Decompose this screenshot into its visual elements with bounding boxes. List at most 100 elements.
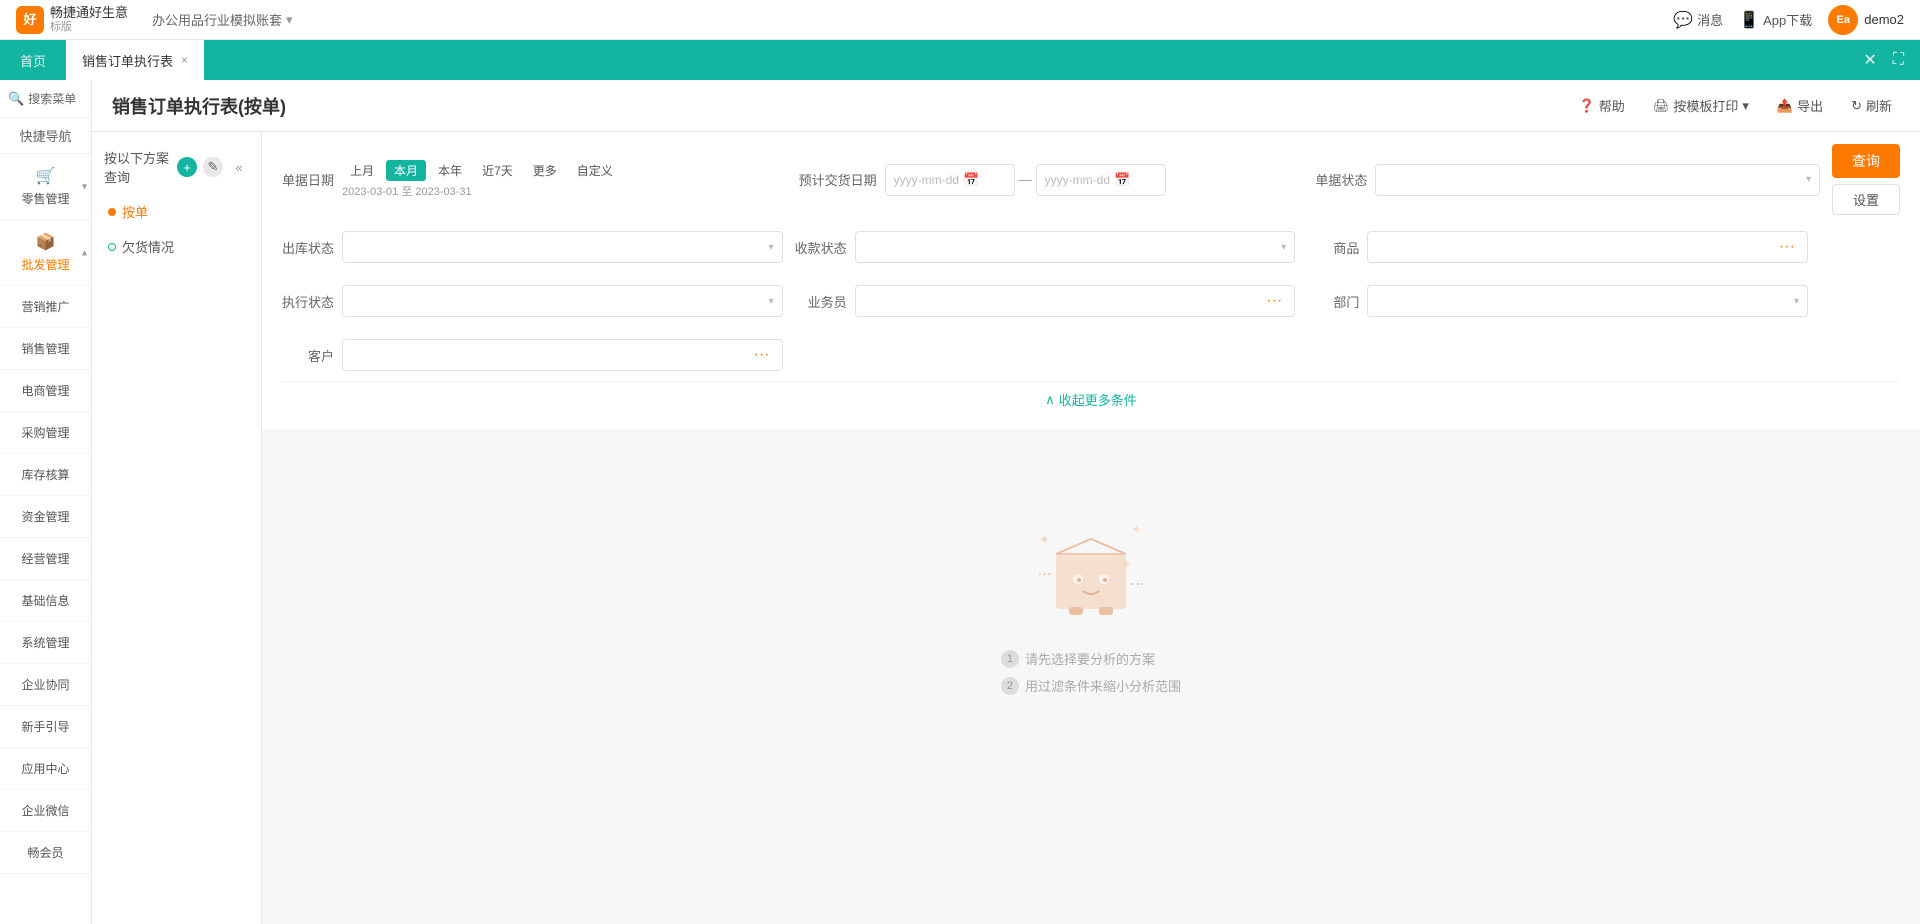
outline-dot-icon <box>108 243 116 251</box>
exec-status-cell: 执行状态 ▾ <box>282 279 783 323</box>
page-title: 销售订单执行表(按单) <box>112 93 286 119</box>
salesperson-more-btn[interactable]: ··· <box>1262 292 1286 310</box>
page-header: 销售订单执行表(按单) ❓ 帮助 🖨 按模板打印 ▾ 📤 导出 ↻ 刷新 <box>92 80 1920 132</box>
expected-date-to[interactable]: yyyy-mm-dd 📅 <box>1036 164 1166 196</box>
sidebar-item-retail[interactable]: 🛒 零售管理 ▾ <box>0 154 91 220</box>
expected-date-from[interactable]: yyyy-mm-dd 📅 <box>885 164 1015 196</box>
date-tab-last-7[interactable]: 近7天 <box>474 160 521 181</box>
sidebar-item-newbie[interactable]: 新手引导 <box>0 706 91 748</box>
collapse-sub-sidebar-btn[interactable]: « <box>229 157 249 177</box>
edit-scheme-btn[interactable]: ✎ <box>203 157 223 177</box>
customer-input[interactable]: ··· <box>342 339 783 371</box>
sidebar-item-wechat[interactable]: 企业微信 <box>0 790 91 832</box>
window-maximize-icon[interactable]: ⛶ <box>1889 47 1908 73</box>
top-header: 好 畅捷通好生意 标版 办公用品行业模拟账套 ▾ 💬 消息 📱 App下载 Ea… <box>0 0 1920 40</box>
sidebar-item-basic[interactable]: 基础信息 <box>0 580 91 622</box>
sidebar-item-marketing[interactable]: 营销推广 <box>0 286 91 328</box>
customer-cell: 客户 ··· <box>282 333 783 377</box>
sub-sidebar: 按以下方案查询 + ✎ « 按单 <box>92 132 262 924</box>
content-with-subsidebar: 按以下方案查询 + ✎ « 按单 <box>92 132 1920 924</box>
sidebar: 🔍 搜索菜单 快捷导航 🛒 零售管理 ▾ 📦 批发管理 ▴ 营销推广 销售管理 … <box>0 80 92 924</box>
sidebar-item-wholesale[interactable]: 📦 批发管理 ▴ <box>0 220 91 286</box>
action-buttons: 查询 设置 <box>1832 144 1900 215</box>
out-status-cell: 出库状态 ▾ <box>282 225 783 269</box>
sidebar-quick-nav[interactable]: 快捷导航 <box>0 118 91 154</box>
logo-icon: 好 <box>16 6 44 34</box>
add-scheme-btn[interactable]: + <box>177 157 197 177</box>
pay-status-select[interactable]: ▾ <box>855 231 1296 263</box>
filter-container: 单据日期 上月 本月 本年 近7天 更多 自定义 20 <box>262 132 1920 429</box>
svg-text:✦: ✦ <box>1131 522 1142 537</box>
sidebar-item-operation[interactable]: 经营管理 <box>0 538 91 580</box>
empty-tip-2: 2 用过滤条件来缩小分析范围 <box>1001 676 1181 695</box>
sub-sidebar-item-按单[interactable]: 按单 <box>92 194 261 229</box>
date-tab-more[interactable]: 更多 <box>525 160 565 181</box>
date-filter-cell: 单据日期 上月 本月 本年 近7天 更多 自定义 20 <box>282 154 787 205</box>
sidebar-item-ecommerce[interactable]: 电商管理 <box>0 370 91 412</box>
date-tab-last-month[interactable]: 上月 <box>342 160 382 181</box>
header-right: 💬 消息 📱 App下载 Ea demo2 <box>1673 5 1904 35</box>
export-icon: 📤 <box>1777 98 1793 114</box>
exec-status-select[interactable]: ▾ <box>342 285 783 317</box>
logo-area: 好 畅捷通好生意 标版 <box>16 5 128 34</box>
status-cell: 单据状态 ▾ <box>1315 158 1820 202</box>
date-tab-current-month[interactable]: 本月 <box>386 160 426 181</box>
tab-active[interactable]: 销售订单执行表 × <box>66 40 204 80</box>
dropdown-arrow-icon: ▾ <box>1806 174 1811 185</box>
sub-sidebar-actions: + ✎ « <box>177 157 249 177</box>
user-menu[interactable]: Ea demo2 <box>1828 5 1904 35</box>
sidebar-item-system[interactable]: 系统管理 <box>0 622 91 664</box>
dropdown-arrow-icon: ▾ <box>769 242 774 253</box>
header-left: 好 畅捷通好生意 标版 办公用品行业模拟账套 ▾ <box>16 5 293 34</box>
collapse-icon: ∧ <box>1045 392 1055 408</box>
calendar-icon: 📅 <box>1114 172 1130 188</box>
sidebar-item-sales[interactable]: 销售管理 <box>0 328 91 370</box>
goods-cell: 商品 ··· <box>1307 225 1808 269</box>
dept-select[interactable]: ▾ <box>1367 285 1808 317</box>
tab-close-btn[interactable]: × <box>181 53 188 67</box>
settings-button[interactable]: 设置 <box>1832 184 1900 215</box>
sub-sidebar-item-欠货情况[interactable]: 欠货情况 <box>92 229 261 264</box>
search-icon: 🔍 <box>8 91 24 107</box>
app-download-btn[interactable]: 📱 App下载 <box>1739 10 1812 30</box>
customer-more-btn[interactable]: ··· <box>750 346 774 364</box>
active-dot-icon <box>108 208 116 216</box>
empty-tip-1: 1 请先选择要分析的方案 <box>1001 649 1181 668</box>
page-body: 单据日期 上月 本月 本年 近7天 更多 自定义 20 <box>262 132 1920 924</box>
help-btn[interactable]: ❓ 帮助 <box>1571 92 1633 119</box>
app-download-icon: 📱 <box>1739 10 1759 30</box>
print-btn[interactable]: 🖨 按模板打印 ▾ <box>1645 92 1757 119</box>
sidebar-item-purchase[interactable]: 采购管理 <box>0 412 91 454</box>
sidebar-search[interactable]: 🔍 搜索菜单 <box>0 80 91 118</box>
goods-more-btn[interactable]: ··· <box>1775 238 1799 256</box>
date-tab-current-year[interactable]: 本年 <box>430 160 470 181</box>
date-range-display: 2023-03-01 至 2023-03-31 <box>342 183 787 199</box>
salesperson-input[interactable]: ··· <box>855 285 1296 317</box>
window-close-icon[interactable]: ✕ <box>1859 46 1880 74</box>
tab-bar: 首页 销售订单执行表 × ✕ ⛶ <box>0 40 1920 80</box>
message-btn[interactable]: 💬 消息 <box>1673 10 1723 30</box>
expected-date-cell: 预计交货日期 yyyy-mm-dd 📅 — yyyy-mm-dd 📅 <box>799 158 1304 202</box>
sub-sidebar-header: 按以下方案查询 + ✎ « <box>92 140 261 194</box>
goods-input[interactable]: ··· <box>1367 231 1808 263</box>
status-select[interactable]: ▾ <box>1375 164 1820 196</box>
dropdown-arrow-icon: ▾ <box>769 296 774 307</box>
query-button[interactable]: 查询 <box>1832 144 1900 178</box>
refresh-btn[interactable]: ↻ 刷新 <box>1843 92 1900 119</box>
dropdown-arrow-icon: ▾ <box>1794 296 1799 307</box>
help-icon: ❓ <box>1579 98 1595 114</box>
sidebar-item-appstore[interactable]: 应用中心 <box>0 748 91 790</box>
export-btn[interactable]: 📤 导出 <box>1769 92 1831 119</box>
breadcrumb[interactable]: 办公用品行业模拟账套 ▾ <box>152 10 293 29</box>
sidebar-item-inventory[interactable]: 库存核算 <box>0 454 91 496</box>
sidebar-item-member[interactable]: 畅会员 <box>0 832 91 874</box>
out-status-select[interactable]: ▾ <box>342 231 783 263</box>
date-tab-custom[interactable]: 自定义 <box>569 160 621 181</box>
sidebar-item-enterprise[interactable]: 企业协同 <box>0 664 91 706</box>
sidebar-item-finance[interactable]: 资金管理 <box>0 496 91 538</box>
page-header-actions: ❓ 帮助 🖨 按模板打印 ▾ 📤 导出 ↻ 刷新 <box>1571 92 1900 119</box>
tab-home[interactable]: 首页 <box>0 40 66 80</box>
tab-bar-right: ✕ ⛶ <box>1859 46 1920 74</box>
wholesale-icon: 📦 <box>36 232 56 252</box>
collapse-filter-btn[interactable]: ∧ 收起更多条件 <box>282 381 1900 417</box>
